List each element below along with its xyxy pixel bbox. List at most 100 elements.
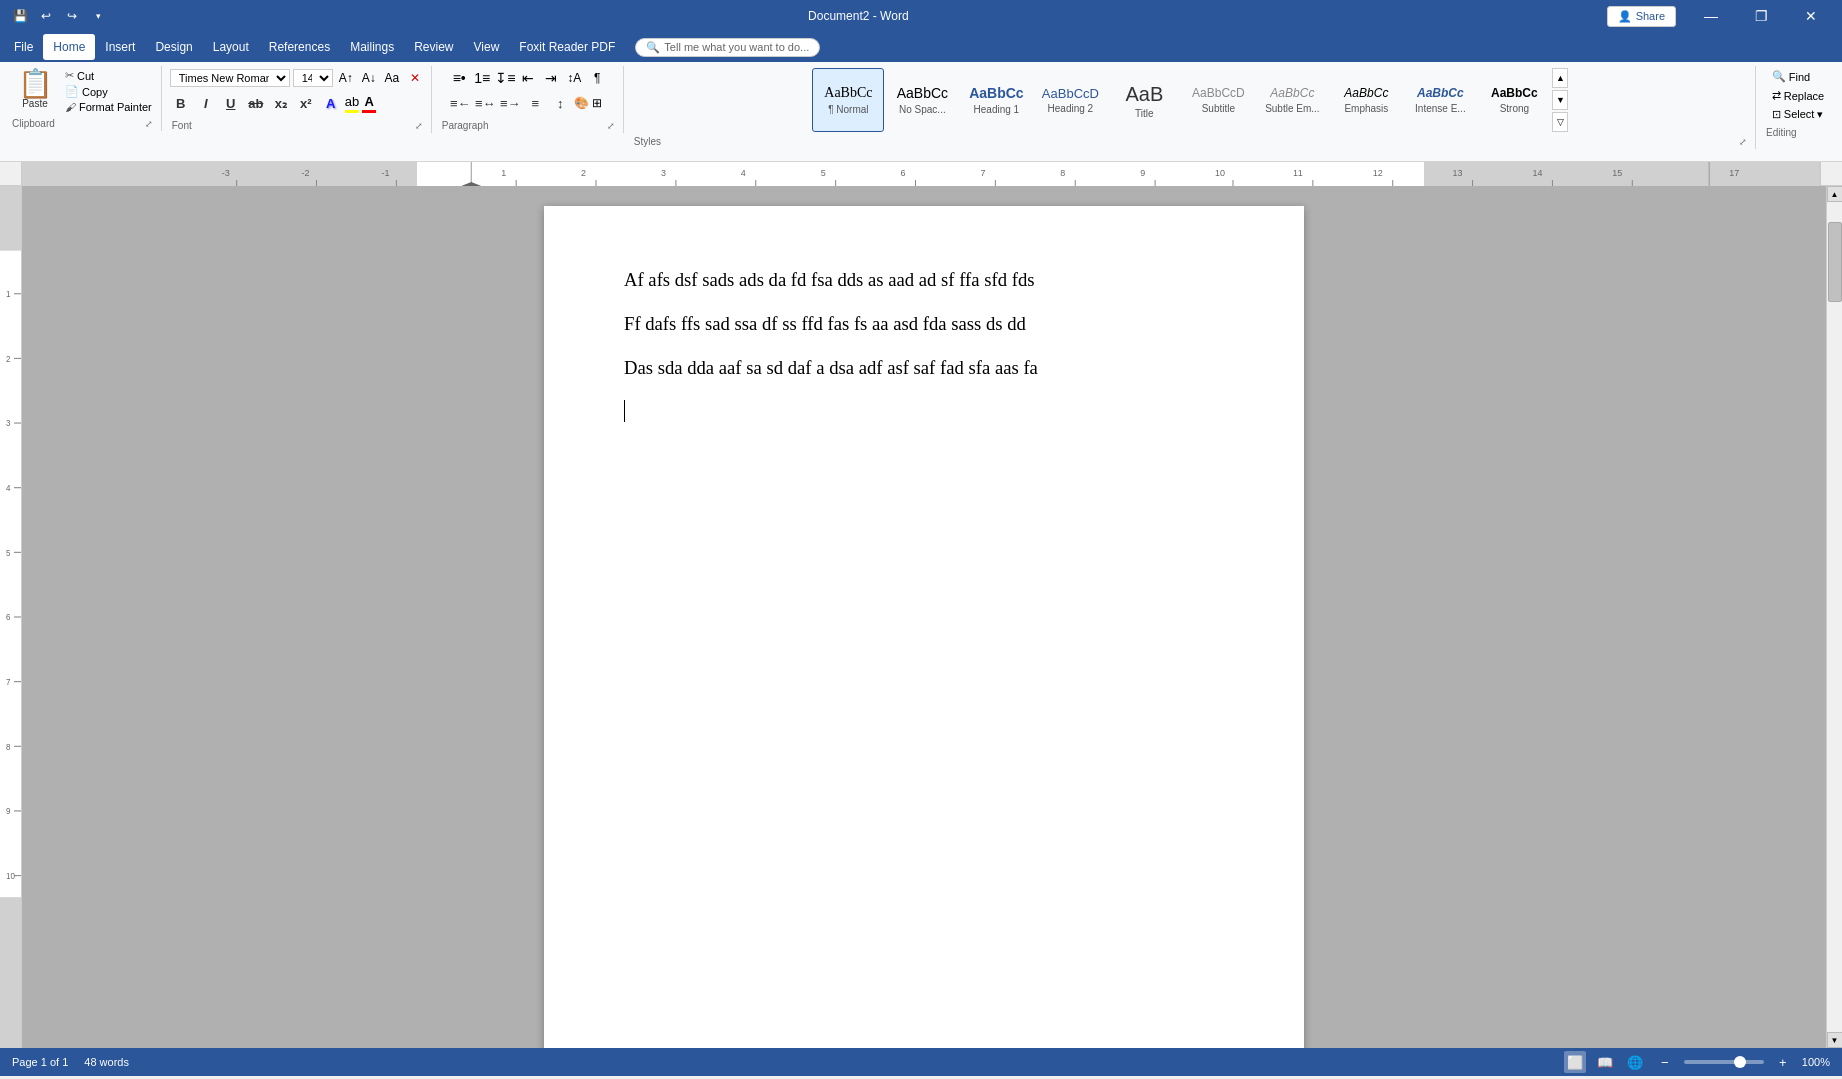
styles-gallery: AaBbCc ¶ Normal AaBbCc No Spac... AaBbCc… <box>812 68 1550 132</box>
main-area: 1 2 3 4 5 6 7 8 9 10 Af afs dsf sads <box>0 186 1842 1048</box>
align-center-button[interactable]: ≡↔ <box>474 92 496 114</box>
highlight-icon: ab <box>345 94 359 109</box>
shading-button[interactable]: 🎨 <box>574 96 589 110</box>
paragraph-1: Af afs dsf sads ads da fd fsa dds as aad… <box>624 266 1224 294</box>
highlight-color-bar <box>345 110 359 113</box>
restore-button[interactable]: ❐ <box>1738 0 1784 32</box>
show-marks-button[interactable]: ¶ <box>587 68 607 88</box>
vertical-scrollbar: ▲ ▼ <box>1826 186 1842 1048</box>
sort-button[interactable]: ↕A <box>564 68 584 88</box>
clipboard-expand-icon[interactable]: ⤢ <box>145 119 153 129</box>
svg-text:13: 13 <box>1453 168 1463 178</box>
paste-button[interactable]: 📋 Paste <box>10 68 60 114</box>
svg-text:9: 9 <box>1140 168 1145 178</box>
zoom-in-button[interactable]: + <box>1772 1051 1794 1073</box>
font-size-select[interactable]: 14 <box>293 69 333 87</box>
font-expand-icon[interactable]: ⤢ <box>415 121 423 131</box>
minimize-button[interactable]: — <box>1688 0 1734 32</box>
highlight-color-button[interactable]: ab <box>345 94 359 113</box>
style-intense-em[interactable]: AaBbCc Intense E... <box>1404 68 1476 132</box>
underline-button[interactable]: U <box>220 92 242 114</box>
decrease-indent-button[interactable]: ⇤ <box>518 68 538 88</box>
copy-button[interactable]: 📄 Copy <box>62 84 155 99</box>
paragraph-expand-icon[interactable]: ⤢ <box>607 121 615 131</box>
borders-button[interactable]: ⊞ <box>592 96 602 110</box>
style-subtitle[interactable]: AaBbCcD Subtitle <box>1182 68 1254 132</box>
menu-review[interactable]: Review <box>404 34 463 60</box>
align-left-button[interactable]: ≡← <box>449 92 471 114</box>
subscript-button[interactable]: x₂ <box>270 92 292 114</box>
superscript-button[interactable]: x² <box>295 92 317 114</box>
style-normal[interactable]: AaBbCc ¶ Normal <box>812 68 884 132</box>
align-right-button[interactable]: ≡→ <box>499 92 521 114</box>
save-qa-button[interactable]: 💾 <box>8 4 32 28</box>
style-intense-em-preview: AaBbCc <box>1417 86 1464 100</box>
font-color-button[interactable]: A <box>362 94 376 113</box>
paragraph-4[interactable] <box>624 398 1224 426</box>
change-case-button[interactable]: Aa <box>382 68 402 88</box>
clipboard-group-label: Clipboard ⤢ <box>10 118 155 129</box>
paste-icon: 📋 <box>18 70 53 98</box>
zoom-level[interactable]: 100% <box>1802 1056 1830 1068</box>
menu-home[interactable]: Home <box>43 34 95 60</box>
zoom-slider[interactable] <box>1684 1060 1764 1064</box>
menu-mailings[interactable]: Mailings <box>340 34 404 60</box>
menu-references[interactable]: References <box>259 34 340 60</box>
vertical-ruler: 1 2 3 4 5 6 7 8 9 10 <box>0 186 22 1048</box>
cut-button[interactable]: ✂ Cut <box>62 68 155 83</box>
styles-scroll-up[interactable]: ▲ <box>1552 68 1568 88</box>
format-painter-button[interactable]: 🖌 Format Painter <box>62 100 155 114</box>
styles-scroll: ▲ ▼ ▽ <box>1552 68 1568 132</box>
scroll-up-button[interactable]: ▲ <box>1827 186 1843 202</box>
multilevel-button[interactable]: ↧≡ <box>495 68 515 88</box>
find-button[interactable]: 🔍 Find <box>1766 68 1830 85</box>
menu-foxit[interactable]: Foxit Reader PDF <box>509 34 625 60</box>
scrollbar-track[interactable] <box>1827 202 1843 1032</box>
close-button[interactable]: ✕ <box>1788 0 1834 32</box>
style-heading1[interactable]: AaBbCc Heading 1 <box>960 68 1032 132</box>
grow-font-button[interactable]: A↑ <box>336 68 356 88</box>
style-strong[interactable]: AaBbCc Strong <box>1478 68 1550 132</box>
clear-format-button[interactable]: ✕ <box>405 68 425 88</box>
undo-qa-button[interactable]: ↩ <box>34 4 58 28</box>
svg-text:15: 15 <box>1612 168 1622 178</box>
font-name-select[interactable]: Times New Roman <box>170 69 290 87</box>
ruler-side-right <box>1820 162 1842 185</box>
style-title[interactable]: AaB Title <box>1108 68 1180 132</box>
style-no-spacing[interactable]: AaBbCc No Spac... <box>886 68 958 132</box>
styles-expand-icon[interactable]: ⤢ <box>1739 137 1747 147</box>
bullets-button[interactable]: ≡• <box>449 68 469 88</box>
redo-qa-button[interactable]: ↪ <box>60 4 84 28</box>
menu-file[interactable]: File <box>4 34 43 60</box>
menu-insert[interactable]: Insert <box>95 34 145 60</box>
bold-button[interactable]: B <box>170 92 192 114</box>
justify-button[interactable]: ≡ <box>524 92 546 114</box>
line-spacing-button[interactable]: ↕ <box>549 92 571 114</box>
style-emphasis[interactable]: AaBbCc Emphasis <box>1330 68 1402 132</box>
read-mode-button[interactable]: 📖 <box>1594 1051 1616 1073</box>
ribbon-content: 📋 Paste ✂ Cut 📄 Copy 🖌 Format Painter <box>0 66 1842 149</box>
zoom-out-button[interactable]: − <box>1654 1051 1676 1073</box>
increase-indent-button[interactable]: ⇥ <box>541 68 561 88</box>
select-button[interactable]: ⊡ Select ▾ <box>1766 106 1830 123</box>
share-button[interactable]: 👤 Share <box>1607 6 1676 27</box>
web-layout-button[interactable]: 🌐 <box>1624 1051 1646 1073</box>
print-layout-button[interactable]: ⬜ <box>1564 1051 1586 1073</box>
scrollbar-thumb[interactable] <box>1828 222 1842 302</box>
text-effects-button[interactable]: A <box>320 92 342 114</box>
styles-scroll-down[interactable]: ▼ <box>1552 90 1568 110</box>
menu-design[interactable]: Design <box>145 34 202 60</box>
customize-qa-button[interactable]: ▾ <box>86 4 110 28</box>
replace-button[interactable]: ⇄ Replace <box>1766 87 1830 104</box>
italic-button[interactable]: I <box>195 92 217 114</box>
styles-more[interactable]: ▽ <box>1552 112 1568 132</box>
scroll-down-button[interactable]: ▼ <box>1827 1032 1843 1048</box>
style-heading2[interactable]: AaBbCcD Heading 2 <box>1034 68 1106 132</box>
numbering-button[interactable]: 1≡ <box>472 68 492 88</box>
shrink-font-button[interactable]: A↓ <box>359 68 379 88</box>
strikethrough-button[interactable]: ab <box>245 92 267 114</box>
menu-view[interactable]: View <box>464 34 510 60</box>
menu-layout[interactable]: Layout <box>203 34 259 60</box>
tell-me-box[interactable]: 🔍 Tell me what you want to do... <box>635 38 820 57</box>
style-subtle-em[interactable]: AaBbCc Subtle Em... <box>1256 68 1328 132</box>
